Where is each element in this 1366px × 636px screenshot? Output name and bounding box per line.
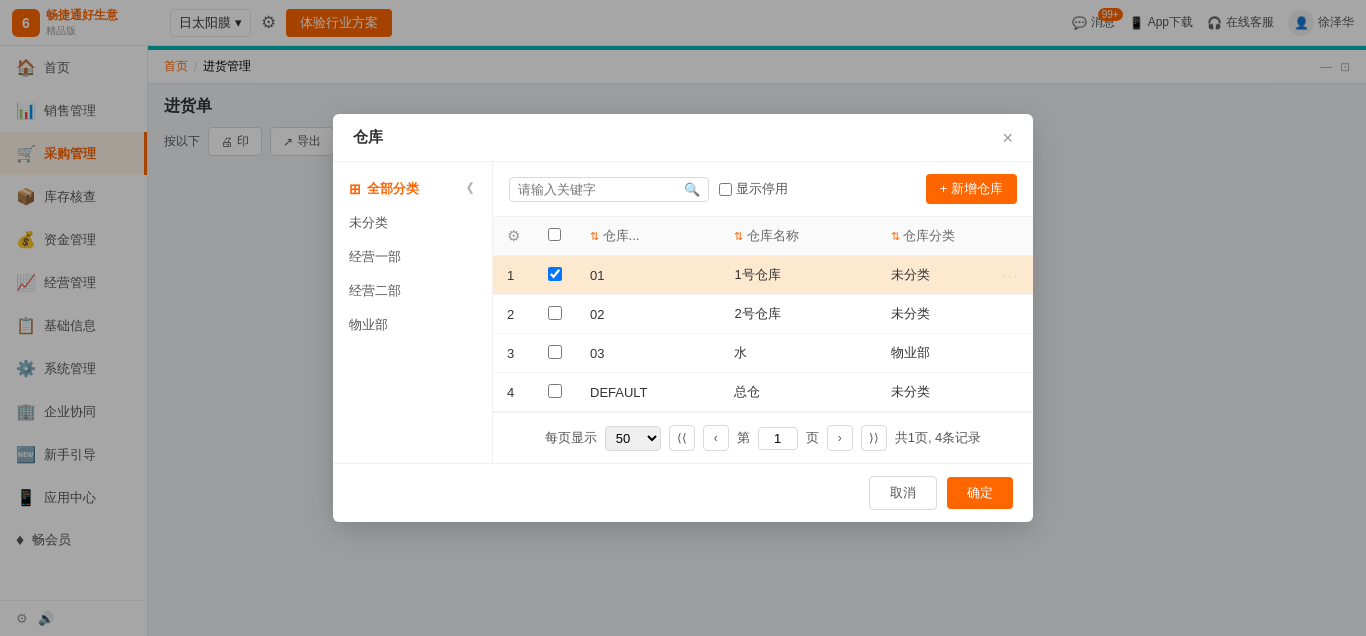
warehouse-table-wrap: ⚙ ⇅ 仓库... ⇅ xyxy=(493,217,1033,412)
cell-name: 2号仓库 xyxy=(720,295,876,334)
col-checkbox xyxy=(534,217,576,256)
cell-code: 01 xyxy=(576,256,720,295)
search-input-wrap: 🔍 xyxy=(509,177,709,202)
per-page-label: 每页显示 xyxy=(545,429,597,447)
modal-overlay: 仓库 × ⊞ 全部分类 《 未分类 经营一部 经营二部 物业部 xyxy=(0,0,1366,636)
show-disabled-checkbox[interactable]: 显示停用 xyxy=(719,180,788,198)
search-input[interactable] xyxy=(518,182,678,197)
dialog-body: ⊞ 全部分类 《 未分类 经营一部 经营二部 物业部 🔍 xyxy=(333,162,1033,463)
dialog-header: 仓库 × xyxy=(333,114,1033,162)
cell-category: 未分类 xyxy=(877,373,1033,411)
category-item-dept2[interactable]: 经营二部 xyxy=(333,274,492,308)
col-code: ⇅ 仓库... xyxy=(576,217,720,256)
cell-name: 总仓 xyxy=(720,373,876,412)
cell-row-index: 3 xyxy=(493,334,534,373)
cell-category: 未分类 xyxy=(877,295,1033,333)
content-panel: 🔍 显示停用 + 新增仓库 ⚙ xyxy=(493,162,1033,463)
warehouse-table: ⚙ ⇅ 仓库... ⇅ xyxy=(493,217,1033,412)
page-label-pre: 第 xyxy=(737,429,750,447)
grid-icon: ⊞ xyxy=(349,181,361,197)
category-panel: ⊞ 全部分类 《 未分类 经营一部 经营二部 物业部 xyxy=(333,162,493,463)
row-checkbox[interactable] xyxy=(548,306,562,320)
select-all-checkbox[interactable] xyxy=(548,228,561,241)
cell-category: 物业部 xyxy=(877,334,1033,372)
cancel-btn[interactable]: 取消 xyxy=(869,476,937,510)
cell-code: 03 xyxy=(576,334,720,373)
cell-checkbox[interactable] xyxy=(534,373,576,412)
next-page-btn[interactable]: › xyxy=(827,425,853,451)
cell-checkbox[interactable] xyxy=(534,256,576,295)
row-checkbox[interactable] xyxy=(548,384,562,398)
page-number-input[interactable] xyxy=(758,427,798,450)
show-disabled-check[interactable] xyxy=(719,183,732,196)
cell-code: DEFAULT xyxy=(576,373,720,412)
cell-name: 水 xyxy=(720,334,876,373)
col-name: ⇅ 仓库名称 xyxy=(720,217,876,256)
sort-icon-code: ⇅ xyxy=(590,230,599,242)
table-row[interactable]: 4 DEFAULT 总仓 未分类 xyxy=(493,373,1033,412)
cell-row-index: 2 xyxy=(493,295,534,334)
category-all-label: 全部分类 xyxy=(367,180,419,198)
category-item-property[interactable]: 物业部 xyxy=(333,308,492,342)
last-page-btn[interactable]: ⟩⟩ xyxy=(861,425,887,451)
row-actions[interactable]: ··· xyxy=(1002,268,1019,283)
category-all[interactable]: ⊞ 全部分类 《 xyxy=(333,172,492,206)
cell-checkbox[interactable] xyxy=(534,295,576,334)
dialog-title: 仓库 xyxy=(353,128,383,147)
prev-page-btn[interactable]: ‹ xyxy=(703,425,729,451)
col-settings-icon[interactable]: ⚙ xyxy=(507,227,520,244)
collapse-btn[interactable]: 《 xyxy=(456,180,476,198)
cell-name: 1号仓库 xyxy=(720,256,876,295)
cell-row-index: 1 xyxy=(493,256,534,295)
first-page-btn[interactable]: ⟨⟨ xyxy=(669,425,695,451)
warehouse-dialog: 仓库 × ⊞ 全部分类 《 未分类 经营一部 经营二部 物业部 xyxy=(333,114,1033,522)
cell-checkbox[interactable] xyxy=(534,334,576,373)
col-settings: ⚙ xyxy=(493,217,534,256)
table-row[interactable]: 3 03 水 物业部 xyxy=(493,334,1033,373)
cell-row-index: 4 xyxy=(493,373,534,412)
search-icon: 🔍 xyxy=(684,182,700,197)
dialog-footer: 取消 确定 xyxy=(333,463,1033,522)
table-body: 1 01 1号仓库 未分类··· 2 02 2号仓库 未分类 3 03 水 物业… xyxy=(493,256,1033,412)
category-item-unclassified[interactable]: 未分类 xyxy=(333,206,492,240)
search-bar: 🔍 显示停用 + 新增仓库 xyxy=(493,162,1033,217)
per-page-select[interactable]: 50 10 20 100 xyxy=(605,426,661,451)
table-row[interactable]: 2 02 2号仓库 未分类 xyxy=(493,295,1033,334)
page-label: 页 xyxy=(806,429,819,447)
cell-code: 02 xyxy=(576,295,720,334)
table-header-row: ⚙ ⇅ 仓库... ⇅ xyxy=(493,217,1033,256)
show-disabled-label: 显示停用 xyxy=(736,180,788,198)
add-warehouse-btn[interactable]: + 新增仓库 xyxy=(926,174,1017,204)
col-category: ⇅ 仓库分类 xyxy=(877,217,1033,256)
confirm-btn[interactable]: 确定 xyxy=(947,477,1013,509)
pagination: 每页显示 50 10 20 100 ⟨⟨ ‹ 第 页 › ⟩⟩ 共1页, 4条记… xyxy=(493,412,1033,463)
total-label: 共1页, 4条记录 xyxy=(895,429,982,447)
dialog-close-btn[interactable]: × xyxy=(1002,129,1013,147)
sort-icon-name: ⇅ xyxy=(734,230,743,242)
row-checkbox[interactable] xyxy=(548,267,562,281)
sort-icon-category: ⇅ xyxy=(891,230,900,242)
row-checkbox[interactable] xyxy=(548,345,562,359)
table-row[interactable]: 1 01 1号仓库 未分类··· xyxy=(493,256,1033,295)
category-item-dept1[interactable]: 经营一部 xyxy=(333,240,492,274)
cell-category: 未分类··· xyxy=(877,256,1033,294)
